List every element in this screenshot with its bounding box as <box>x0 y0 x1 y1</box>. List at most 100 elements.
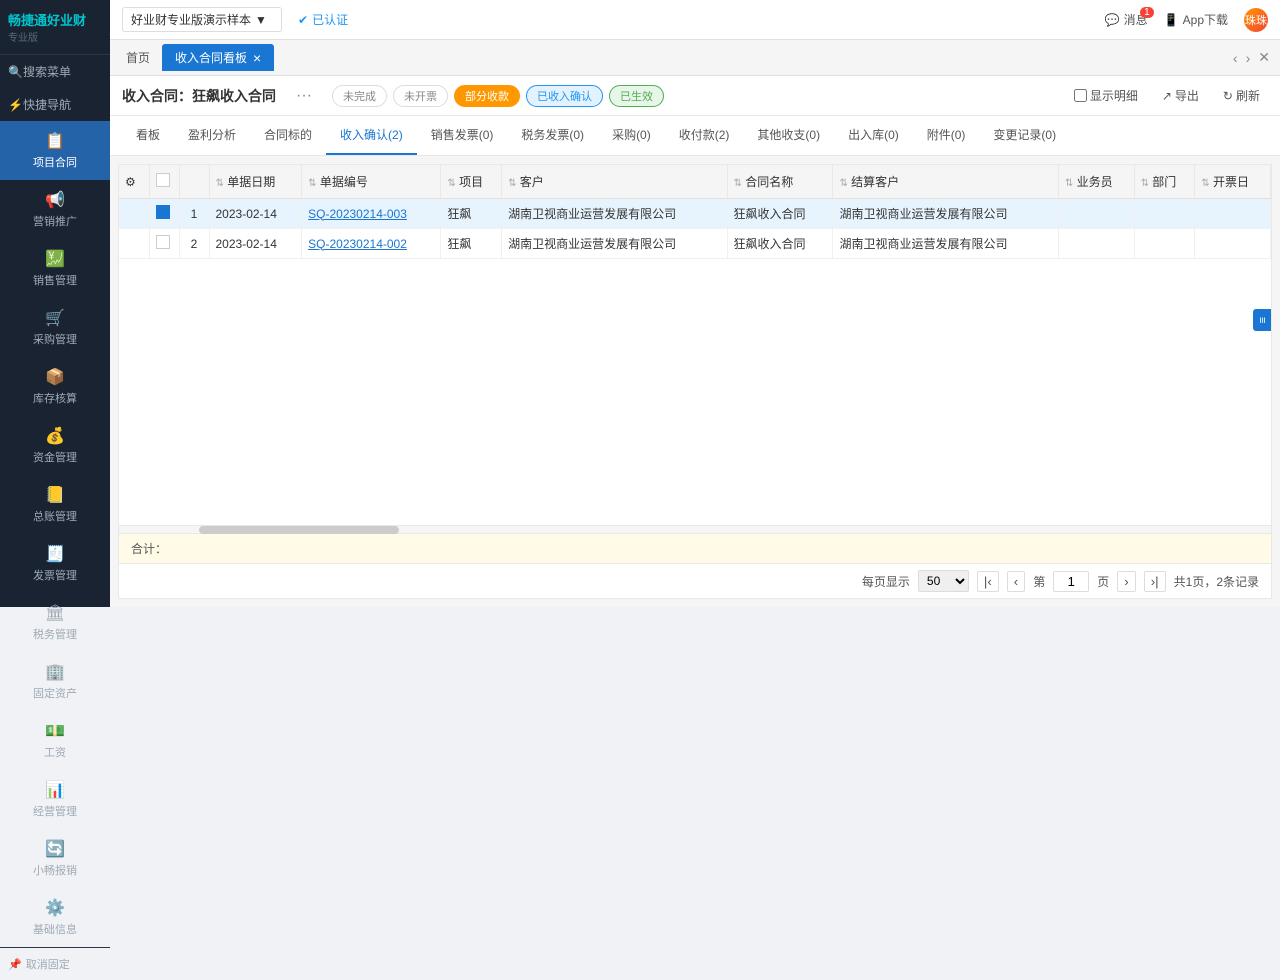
search-menu[interactable]: 🔍 搜索菜单 <box>0 55 110 88</box>
sidebar-item-13[interactable]: ⚙️基础信息 <box>0 888 110 947</box>
inner-tab-7[interactable]: 收付款(2) <box>665 116 744 155</box>
show-detail-checkbox[interactable]: 显示明细 <box>1066 84 1146 107</box>
next-page-btn[interactable]: › <box>1117 571 1135 592</box>
page-input[interactable] <box>1053 571 1089 592</box>
quick-nav-icon: ⚡ <box>8 98 23 112</box>
inner-tab-11[interactable]: 变更记录(0) <box>979 116 1070 155</box>
status-partial-payment[interactable]: 部分收款 <box>454 85 520 107</box>
last-page-btn[interactable]: ›| <box>1144 571 1166 592</box>
sidebar-icon-6: 📒 <box>45 485 65 505</box>
inner-tab-6[interactable]: 采购(0) <box>598 116 665 155</box>
home-label: 首页 <box>126 51 150 65</box>
sidebar-icon-13: ⚙️ <box>45 898 65 918</box>
sidebar-item-1[interactable]: 📢营销推广 <box>0 180 110 239</box>
download-icon: 📱 <box>1164 13 1179 27</box>
settings-cell <box>119 199 149 229</box>
quick-nav[interactable]: ⚡ 快捷导航 <box>0 88 110 121</box>
settings-col-header: ⚙ <box>119 165 149 199</box>
export-btn[interactable]: ↗ 导出 <box>1154 84 1207 107</box>
tab-close-all-btn[interactable]: ✕ <box>1256 47 1272 68</box>
status-uninvoiced[interactable]: 未开票 <box>393 85 448 107</box>
sidebar-item-9[interactable]: 🏢固定资产 <box>0 652 110 711</box>
messages-btn[interactable]: 💬 1 消息 <box>1105 11 1148 28</box>
inner-tab-3[interactable]: 收入确认(2) <box>326 116 417 155</box>
scroll-thumb[interactable] <box>199 526 399 534</box>
tab-prev-btn[interactable]: ‹ <box>1231 47 1240 68</box>
prev-page-btn[interactable]: ‹ <box>1007 571 1025 592</box>
sidebar-icon-3: 🛒 <box>45 308 65 328</box>
detail-checkbox-input[interactable] <box>1074 89 1087 102</box>
refresh-label: 刷新 <box>1236 87 1260 104</box>
salesman-cell <box>1058 229 1134 259</box>
sidebar-icon-5: 💰 <box>45 426 65 446</box>
status-effective[interactable]: 已生效 <box>609 85 664 107</box>
table-row[interactable]: 2 2023-02-14 SQ-20230214-002 狂飙 湖南卫视商业运营… <box>119 229 1271 259</box>
sidebar-item-0[interactable]: 📋项目合同 <box>0 121 110 180</box>
more-options-btn[interactable]: ··· <box>292 87 316 105</box>
content-header: 收入合同：狂飙收入合同 ··· 未完成 未开票 部分收款 已收入确认 已生效 显… <box>110 76 1280 116</box>
message-badge: 1 <box>1140 7 1154 18</box>
page-label-end: 页 <box>1097 573 1109 590</box>
sidebar-item-6[interactable]: 📒总账管理 <box>0 475 110 534</box>
first-page-btn[interactable]: |‹ <box>977 571 999 592</box>
sidebar-label-2: 销售管理 <box>33 272 77 288</box>
sidebar-item-5[interactable]: 💰资金管理 <box>0 416 110 475</box>
checkbox-cell[interactable] <box>149 199 179 229</box>
table-row[interactable]: 1 2023-02-14 SQ-20230214-003 狂飙 湖南卫视商业运营… <box>119 199 1271 229</box>
select-all-checkbox[interactable] <box>156 173 170 187</box>
inner-tab-8[interactable]: 其他收支(0) <box>743 116 834 155</box>
sidebar-item-8[interactable]: 🏛税务管理 <box>0 593 110 652</box>
topbar-right: 💬 1 消息 📱 App下载 珠珠 <box>1105 8 1268 32</box>
company-selector[interactable]: 好业财专业版演示样本 ▼ <box>122 7 282 32</box>
settings-icon[interactable]: ⚙ <box>125 175 136 189</box>
page-size-select[interactable]: 50 100 200 <box>918 570 969 592</box>
checkbox-col-header <box>149 165 179 199</box>
side-panel-btn[interactable]: ≡ <box>1253 309 1271 331</box>
tab-contract-board[interactable]: 收入合同看板 × <box>162 44 274 71</box>
project-cell: 狂飙 <box>441 229 502 259</box>
tab-next-btn[interactable]: › <box>1244 47 1253 68</box>
sidebar-icon-11: 📊 <box>45 780 65 800</box>
unpin-label: 取消固定 <box>26 956 70 972</box>
sidebar-item-12[interactable]: 🔄小畅报销 <box>0 829 110 888</box>
row-num: 2 <box>179 229 209 259</box>
customer-cell: 湖南卫视商业运营发展有限公司 <box>502 199 727 229</box>
sidebar-item-11[interactable]: 📊经营管理 <box>0 770 110 829</box>
order-no-cell[interactable]: SQ-20230214-003 <box>302 199 441 229</box>
inner-tab-10[interactable]: 附件(0) <box>913 116 980 155</box>
topbar: 好业财专业版演示样本 ▼ ✔ 已认证 💬 1 消息 📱 App下载 珠珠 <box>110 0 1280 40</box>
sort-icon-7: ⇅ <box>1065 178 1073 189</box>
inner-tab-5[interactable]: 税务发票(0) <box>507 116 598 155</box>
inner-tab-2[interactable]: 合同标的 <box>250 116 326 155</box>
sidebar-item-2[interactable]: 💹销售管理 <box>0 239 110 298</box>
app-download-label: App下载 <box>1183 11 1228 28</box>
user-avatar-area[interactable]: 珠珠 <box>1244 8 1268 32</box>
order-no-cell[interactable]: SQ-20230214-002 <box>302 229 441 259</box>
unpin-button[interactable]: 📌 取消固定 <box>0 948 110 980</box>
inner-tab-9[interactable]: 出入库(0) <box>834 116 913 155</box>
inner-tab-4[interactable]: 销售发票(0) <box>417 116 508 155</box>
sidebar-item-10[interactable]: 💵工资 <box>0 711 110 770</box>
tab-close-icon[interactable]: × <box>253 50 261 66</box>
inner-tab-1[interactable]: 盈利分析 <box>174 116 250 155</box>
table-footer: 合计： <box>119 533 1271 563</box>
app-logo: 畅捷通好业财 专业版 <box>0 0 110 55</box>
horizontal-scrollbar[interactable] <box>119 525 1271 533</box>
sort-icon-5: ⇅ <box>734 178 742 189</box>
tab-home[interactable]: 首页 <box>118 45 158 70</box>
inner-tab-0[interactable]: 看板 <box>122 116 174 155</box>
sidebar-item-3[interactable]: 🛒 采购管理 <box>0 298 110 357</box>
project-cell: 狂飙 <box>441 199 502 229</box>
app-download-btn[interactable]: 📱 App下载 <box>1164 11 1228 28</box>
search-icon: 🔍 <box>8 65 23 79</box>
checkbox-cell[interactable] <box>149 229 179 259</box>
status-incomplete[interactable]: 未完成 <box>332 85 387 107</box>
refresh-btn[interactable]: ↻ 刷新 <box>1215 84 1268 107</box>
sort-icon-9: ⇅ <box>1201 178 1209 189</box>
sidebar-item-7[interactable]: 🧾发票管理 <box>0 534 110 593</box>
sidebar-item-4[interactable]: 📦库存核算 <box>0 357 110 416</box>
status-buttons: 未完成 未开票 部分收款 已收入确认 已生效 <box>332 85 664 107</box>
show-detail-label: 显示明细 <box>1090 87 1138 104</box>
sidebar-label-3: 采购管理 <box>33 331 77 347</box>
status-revenue-confirmed[interactable]: 已收入确认 <box>526 85 603 107</box>
